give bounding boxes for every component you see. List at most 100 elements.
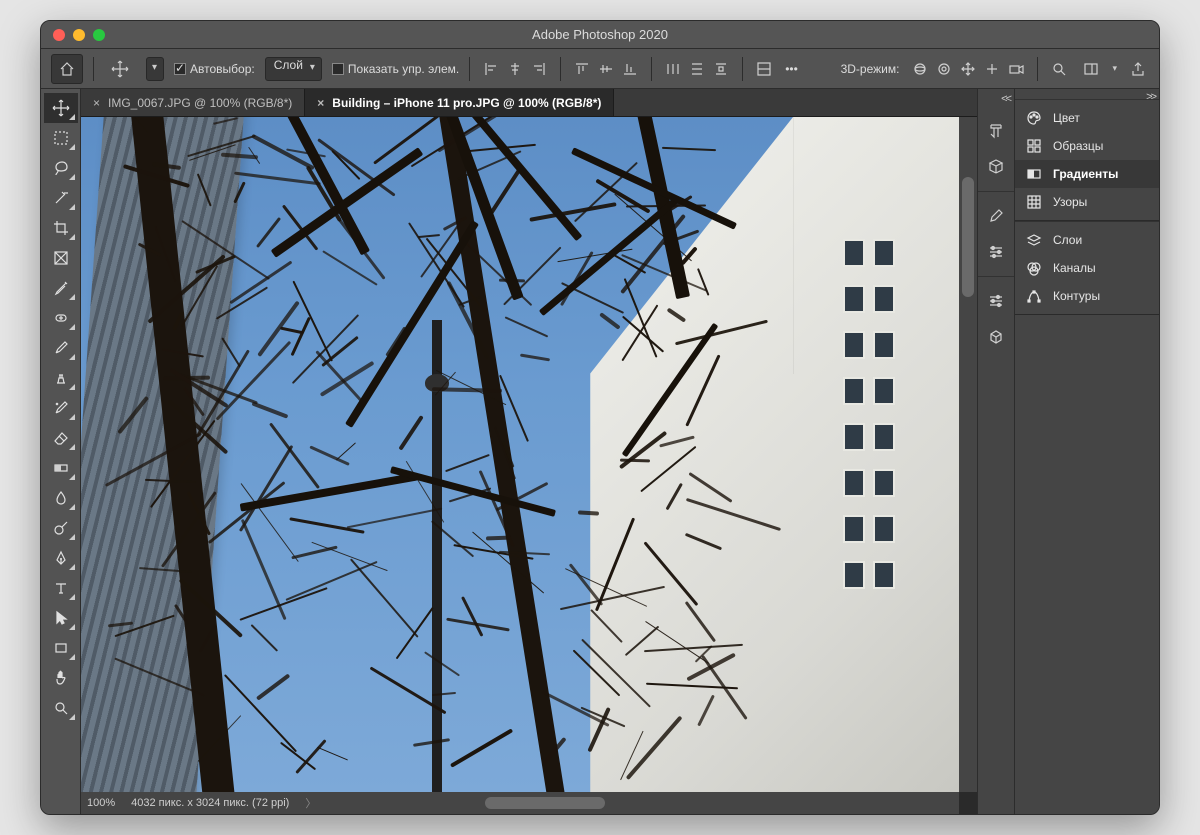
layers-panel-tab[interactable]: Слои [1015, 226, 1159, 254]
history-brush-tool[interactable] [44, 393, 78, 423]
blur-tool[interactable] [44, 483, 78, 513]
app-window: Adobe Photoshop 2020 Автовыбор: Слой Пок… [40, 20, 1160, 815]
properties-panel-button[interactable] [984, 204, 1008, 228]
workspace-button[interactable] [1080, 58, 1102, 80]
gradients-panel-tab[interactable]: Градиенты [1015, 160, 1159, 188]
zoom-tool[interactable] [44, 693, 78, 723]
tool-preset-dropdown[interactable] [146, 57, 164, 81]
image-detail [425, 374, 449, 392]
paths-panel-tab[interactable]: Контуры [1015, 282, 1159, 310]
patterns-panel-tab[interactable]: Узоры [1015, 188, 1159, 216]
eyedropper-tool[interactable] [44, 273, 78, 303]
hand-tool[interactable] [44, 663, 78, 693]
home-icon [59, 61, 75, 77]
window-controls [53, 29, 105, 41]
layers-icon [1025, 231, 1043, 249]
zoom-level[interactable]: 100% [87, 797, 115, 809]
document-tab[interactable]: × IMG_0067.JPG @ 100% (RGB/8*) [81, 89, 305, 116]
orbit-icon [912, 61, 928, 77]
gradient-tool[interactable] [44, 453, 78, 483]
type-tool[interactable] [44, 573, 78, 603]
document-tab[interactable]: × Building – iPhone 11 pro.JPG @ 100% (R… [305, 89, 614, 116]
frame-tool[interactable] [44, 243, 78, 273]
image-detail [436, 117, 570, 792]
slide-3d-button[interactable] [981, 58, 1003, 80]
clone-stamp-tool[interactable] [44, 363, 78, 393]
canvas[interactable]: 100% 4032 пикс. x 3024 пикс. (72 ppi) 〉 [81, 117, 977, 814]
roll-3d-button[interactable] [933, 58, 955, 80]
brush-settings-button[interactable] [984, 240, 1008, 264]
color-panel-tab[interactable]: Цвет [1015, 104, 1159, 132]
more-options-button[interactable]: ••• [785, 62, 798, 76]
pan-3d-button[interactable] [957, 58, 979, 80]
align-center-v-button[interactable] [595, 58, 617, 80]
adjustments-panel-button[interactable] [984, 289, 1008, 313]
image-detail [843, 239, 863, 772]
panel-label: Контуры [1053, 289, 1100, 303]
divider [651, 57, 652, 81]
close-window-button[interactable] [53, 29, 65, 41]
3d-panel-button[interactable] [984, 325, 1008, 349]
scrollbar-thumb[interactable] [962, 177, 974, 297]
minimize-window-button[interactable] [73, 29, 85, 41]
align-center-h-button[interactable] [504, 58, 526, 80]
align-left-icon [483, 61, 499, 77]
align-bottom-button[interactable] [619, 58, 641, 80]
move-tool-indicator[interactable] [104, 54, 136, 84]
swatches-panel-tab[interactable]: Образцы [1015, 132, 1159, 160]
document-dimensions[interactable]: 4032 пикс. x 3024 пикс. (72 ppi) [131, 797, 289, 809]
panel-label: Слои [1053, 233, 1082, 247]
channels-icon [1025, 259, 1043, 277]
lasso-tool[interactable] [44, 153, 78, 183]
distribute-v-button[interactable] [686, 58, 708, 80]
align-top-button[interactable] [571, 58, 593, 80]
roll-icon [936, 61, 952, 77]
chevron-right-icon[interactable]: 〉 [305, 795, 316, 811]
vertical-scrollbar[interactable] [959, 117, 977, 792]
divider [93, 57, 94, 81]
rectangle-tool[interactable] [44, 633, 78, 663]
auto-select-target-dropdown[interactable]: Слой [265, 57, 322, 81]
home-button[interactable] [51, 54, 83, 84]
align-to-button[interactable] [753, 58, 775, 80]
brush-tool[interactable] [44, 333, 78, 363]
collapse-panels-button[interactable]: >> [1146, 91, 1155, 97]
status-bar: 100% 4032 пикс. x 3024 пикс. (72 ppi) 〉 [87, 792, 316, 814]
auto-select-checkbox[interactable]: Автовыбор: [174, 62, 255, 76]
show-controls-label: Показать упр. элем. [348, 62, 459, 76]
expand-panels-button[interactable]: << [1001, 93, 1010, 103]
healing-brush-tool[interactable] [44, 303, 78, 333]
history-panel-button[interactable] [984, 119, 1008, 143]
search-button[interactable] [1048, 58, 1070, 80]
distribute-spacing-button[interactable] [710, 58, 732, 80]
close-tab-icon[interactable]: × [93, 96, 100, 110]
image-detail [873, 239, 893, 772]
magic-wand-tool[interactable] [44, 183, 78, 213]
document-tabs: × IMG_0067.JPG @ 100% (RGB/8*) × Buildin… [81, 89, 977, 117]
scale-3d-button[interactable] [1005, 58, 1027, 80]
pen-tool[interactable] [44, 543, 78, 573]
path-selection-tool[interactable] [44, 603, 78, 633]
align-right-button[interactable] [528, 58, 550, 80]
align-group-2 [571, 58, 641, 80]
scrollbar-thumb[interactable] [485, 797, 605, 809]
distribute-h-button[interactable] [662, 58, 684, 80]
marquee-tool[interactable] [44, 123, 78, 153]
channels-panel-tab[interactable]: Каналы [1015, 254, 1159, 282]
panel-group-layers: Слои Каналы Контуры [1015, 221, 1159, 315]
distribute-group [662, 58, 732, 80]
zoom-window-button[interactable] [93, 29, 105, 41]
divider [560, 57, 561, 81]
share-button[interactable] [1127, 58, 1149, 80]
close-tab-icon[interactable]: × [317, 96, 324, 110]
move-tool[interactable] [44, 93, 78, 123]
show-transform-controls-checkbox[interactable]: Показать упр. элем. [332, 62, 459, 76]
dodge-tool[interactable] [44, 513, 78, 543]
eraser-tool[interactable] [44, 423, 78, 453]
crop-tool[interactable] [44, 213, 78, 243]
libraries-panel-button[interactable] [984, 155, 1008, 179]
orbit-3d-button[interactable] [909, 58, 931, 80]
work-area: × IMG_0067.JPG @ 100% (RGB/8*) × Buildin… [41, 89, 1159, 814]
tab-label: Building – iPhone 11 pro.JPG @ 100% (RGB… [332, 96, 601, 110]
align-left-button[interactable] [480, 58, 502, 80]
